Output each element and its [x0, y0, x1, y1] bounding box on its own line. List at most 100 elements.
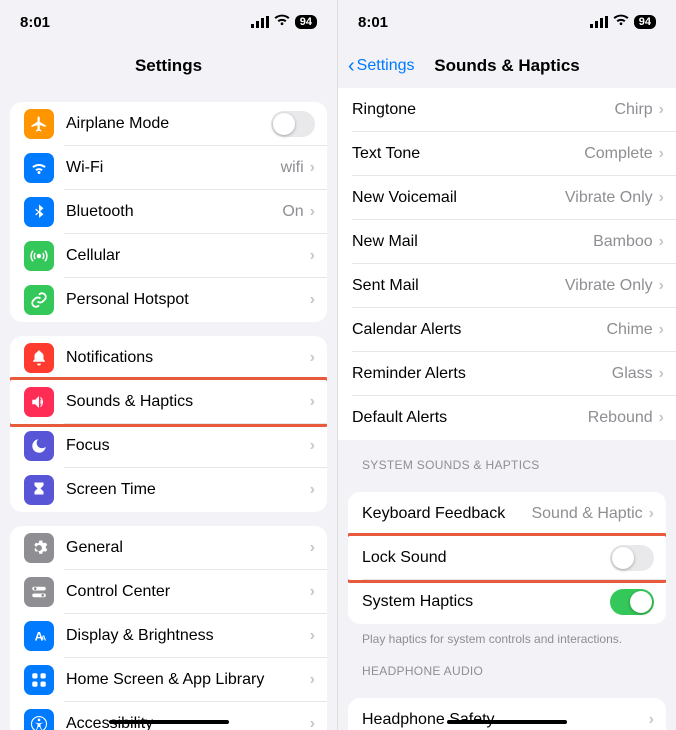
status-bar: 8:01 94 [338, 0, 676, 44]
row-accessibility[interactable]: Accessibility› [10, 702, 327, 730]
row-sounds-haptics[interactable]: Sounds & Haptics› [10, 380, 327, 424]
row-lock-sound[interactable]: Lock Sound [348, 536, 666, 580]
row-label: Bluetooth [66, 203, 282, 221]
row-detail: Bamboo [593, 233, 653, 251]
settings-list[interactable]: Airplane ModeWi-Fiwifi›BluetoothOn›Cellu… [0, 88, 337, 730]
chevron-right-icon: › [310, 481, 315, 499]
chevron-right-icon: › [659, 101, 664, 119]
row-label: Lock Sound [362, 549, 610, 567]
battery-indicator: 94 [634, 15, 656, 29]
row-control-center[interactable]: Control Center› [10, 570, 327, 614]
row-detail: Glass [612, 365, 653, 383]
row-label: New Voicemail [352, 189, 565, 207]
row-detail: Vibrate Only [565, 189, 653, 207]
settings-screen: 8:01 94 Settings Airplane ModeWi-Fiwifi›… [0, 0, 338, 730]
row-detail: Sound & Haptic [531, 505, 642, 523]
row-calendar-alerts[interactable]: Calendar AlertsChime› [338, 308, 676, 352]
row-hotspot[interactable]: Personal Hotspot› [10, 278, 327, 322]
home-indicator[interactable] [109, 720, 229, 724]
headphone-group: Headphone Safety›Personalized Spatial Au… [348, 698, 666, 730]
row-label: Focus [66, 437, 310, 455]
chevron-right-icon: › [649, 505, 654, 523]
row-system-haptics[interactable]: System Haptics [348, 580, 666, 624]
row-display[interactable]: AADisplay & Brightness› [10, 614, 327, 658]
cellular-icon [24, 241, 54, 271]
toggle-airplane-mode[interactable] [271, 111, 315, 137]
row-text-tone[interactable]: Text ToneComplete› [338, 132, 676, 176]
row-label: Reminder Alerts [352, 365, 612, 383]
row-new-mail[interactable]: New MailBamboo › [338, 220, 676, 264]
chevron-right-icon: › [659, 365, 664, 383]
row-bluetooth[interactable]: BluetoothOn › [10, 190, 327, 234]
system-group: Keyboard FeedbackSound & Haptic›Lock Sou… [348, 492, 666, 624]
row-detail: Complete [584, 145, 652, 163]
row-detail: On [282, 203, 303, 221]
row-detail: Chime [606, 321, 652, 339]
toggle-system-haptics[interactable] [610, 589, 654, 615]
row-label: Home Screen & App Library [66, 671, 310, 689]
chevron-right-icon: › [659, 233, 664, 251]
sounds-list[interactable]: RingtoneChirp›Text ToneComplete›New Voic… [338, 88, 676, 730]
row-focus[interactable]: Focus› [10, 424, 327, 468]
chevron-right-icon: › [659, 321, 664, 339]
hourglass-icon [24, 475, 54, 505]
nav-bar: Settings [0, 44, 337, 88]
toggle-lock-sound[interactable] [610, 545, 654, 571]
chevron-right-icon: › [310, 583, 315, 601]
chevron-right-icon: › [310, 393, 315, 411]
row-label: New Mail [352, 233, 593, 251]
row-airplane-mode[interactable]: Airplane Mode [10, 102, 327, 146]
signal-icon [590, 13, 608, 31]
chevron-right-icon: › [659, 189, 664, 207]
chevron-right-icon: › [649, 711, 654, 729]
section-header-headphone: HEADPHONE AUDIO [338, 646, 676, 684]
wifi-icon [24, 153, 54, 183]
chevron-right-icon: › [310, 671, 315, 689]
row-reminder-alerts[interactable]: Reminder AlertsGlass › [338, 352, 676, 396]
row-keyboard-feedback[interactable]: Keyboard FeedbackSound & Haptic› [348, 492, 666, 536]
row-default-alerts[interactable]: Default AlertsRebound› [338, 396, 676, 440]
row-detail: Chirp [614, 101, 652, 119]
home-indicator[interactable] [447, 720, 567, 724]
row-sent-mail[interactable]: Sent MailVibrate Only› [338, 264, 676, 308]
wifi-status-icon [612, 11, 630, 33]
settings-group: Airplane ModeWi-Fiwifi›BluetoothOn›Cellu… [10, 102, 327, 322]
settings-group: Notifications›Sounds & Haptics›Focus›Scr… [10, 336, 327, 512]
row-wifi[interactable]: Wi-Fiwifi› [10, 146, 327, 190]
status-bar: 8:01 94 [0, 0, 337, 44]
chevron-right-icon: › [310, 247, 315, 265]
row-label: Sent Mail [352, 277, 565, 295]
row-ringtone[interactable]: RingtoneChirp › [338, 88, 676, 132]
gear-icon [24, 533, 54, 563]
row-headphone-safety[interactable]: Headphone Safety› [348, 698, 666, 730]
row-label: Text Tone [352, 145, 584, 163]
page-title: Sounds & Haptics [434, 56, 579, 76]
sounds-group: RingtoneChirp›Text ToneComplete›New Voic… [338, 88, 676, 440]
row-home-screen[interactable]: Home Screen & App Library› [10, 658, 327, 702]
accessibility-icon [24, 709, 54, 730]
chevron-right-icon: › [310, 203, 315, 221]
row-label: Sounds & Haptics [66, 393, 310, 411]
airplane-icon [24, 109, 54, 139]
signal-icon [251, 13, 269, 31]
row-general[interactable]: General› [10, 526, 327, 570]
chevron-right-icon: › [310, 715, 315, 730]
section-footer-system: Play haptics for system controls and int… [338, 624, 676, 646]
chevron-right-icon: › [310, 627, 315, 645]
link-icon [24, 285, 54, 315]
grid-icon [24, 665, 54, 695]
status-time: 8:01 [358, 14, 388, 31]
row-notifications[interactable]: Notifications› [10, 336, 327, 380]
row-label: System Haptics [362, 593, 610, 611]
back-button[interactable]: ‹ Settings [348, 56, 414, 76]
row-new-voicemail[interactable]: New VoicemailVibrate Only › [338, 176, 676, 220]
row-cellular[interactable]: Cellular› [10, 234, 327, 278]
row-screen-time[interactable]: Screen Time› [10, 468, 327, 512]
chevron-right-icon: › [310, 437, 315, 455]
settings-group: General›Control Center›AADisplay & Brigh… [10, 526, 327, 730]
speaker-icon [24, 387, 54, 417]
chevron-right-icon: › [659, 277, 664, 295]
row-label: Control Center [66, 583, 310, 601]
battery-indicator: 94 [295, 15, 317, 29]
row-label: Ringtone [352, 101, 614, 119]
